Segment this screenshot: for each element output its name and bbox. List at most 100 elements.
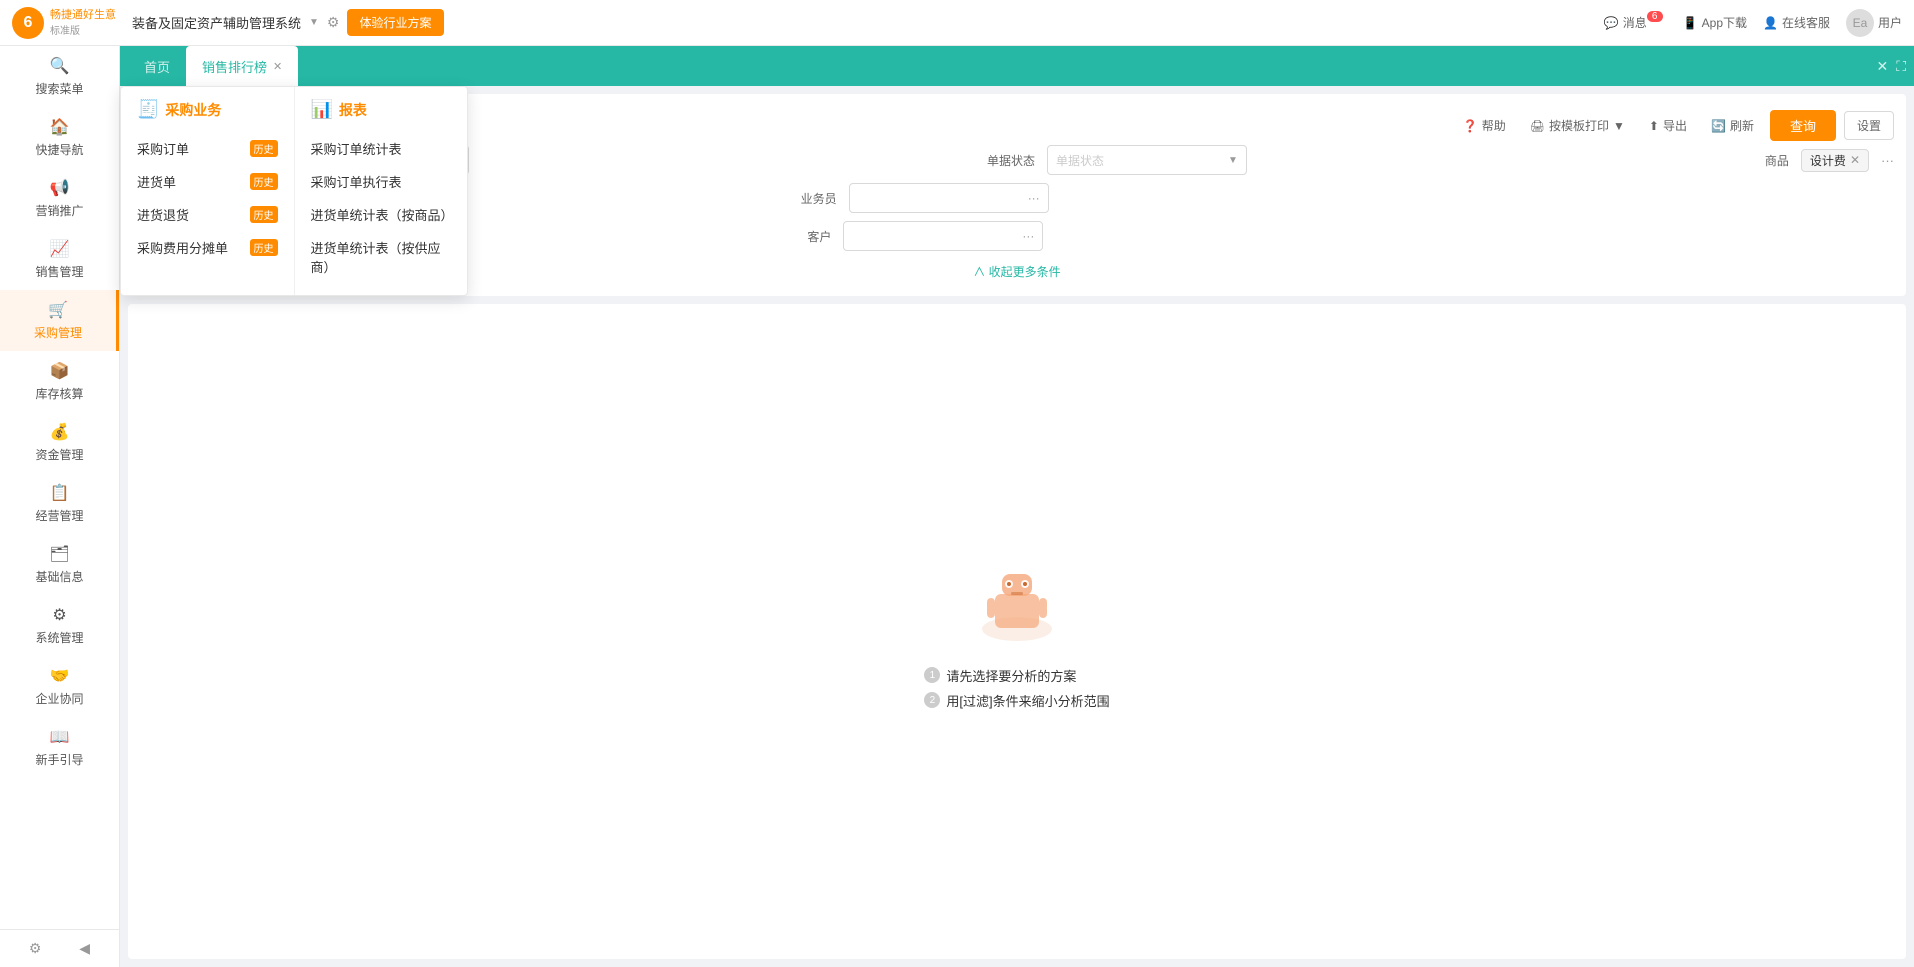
message-badge: 6	[1647, 11, 1663, 22]
goods-label: 商品	[1765, 152, 1789, 169]
service-icon: 👤	[1763, 16, 1778, 30]
industry-btn[interactable]: 体验行业方案	[347, 9, 443, 36]
sidebar-label-purchase: 采购管理	[34, 324, 82, 341]
print-label: 按模板打印	[1549, 117, 1609, 134]
sidebar-item-basic-info[interactable]: 🗂 基础信息	[0, 534, 119, 595]
tab-sales-rank[interactable]: 销售排行榜 ✕	[186, 46, 298, 86]
tab-sales-rank-label: 销售排行榜	[202, 57, 267, 76]
empty-hint-2-text: 用[过滤]条件来缩小分析范围	[946, 691, 1109, 710]
dropdown-item-purchase-receive[interactable]: 进货单 历史	[137, 165, 278, 198]
purchase-expense-label: 采购费用分摊单	[137, 238, 228, 257]
system-gear-icon[interactable]: ⚙	[327, 14, 340, 31]
nav-app[interactable]: 📱 App下载	[1683, 14, 1747, 31]
sidebar-item-enterprise[interactable]: 🤝 企业协同	[0, 656, 119, 717]
purchase-order-history-badge: 历史	[250, 140, 278, 157]
sidebar-item-marketing[interactable]: 📢 营销推广	[0, 168, 119, 229]
empty-hint-2: 2 用[过滤]条件来缩小分析范围	[924, 691, 1109, 710]
empty-hint-1: 1 请先选择要分析的方案	[924, 666, 1109, 685]
user-label: 用户	[1878, 14, 1902, 31]
sidebar-label-inventory: 库存核算	[35, 385, 83, 402]
sidebar-label-marketing: 营销推广	[35, 202, 83, 219]
dropdown-item-purchase-order-stats[interactable]: 采购订单统计表	[311, 132, 452, 165]
nav-message[interactable]: 💬 消息 6	[1604, 14, 1667, 31]
refresh-label: 刷新	[1730, 117, 1754, 134]
sales-icon: 📈	[50, 239, 70, 259]
purchase-order-label: 采购订单	[137, 139, 189, 158]
sidebar-item-operations[interactable]: 📋 经营管理	[0, 473, 119, 534]
goods-more-dots[interactable]: ···	[1881, 153, 1894, 168]
message-icon: 💬	[1604, 16, 1619, 30]
empty-area: 1 请先选择要分析的方案 2 用[过滤]条件来缩小分析范围	[128, 304, 1906, 959]
nav-service[interactable]: 👤 在线客服	[1763, 14, 1830, 31]
doc-status-dropdown-icon[interactable]: ▼	[1228, 155, 1238, 166]
purchase-return-history-badge: 历史	[250, 206, 278, 223]
goods-tag-close[interactable]: ✕	[1850, 153, 1860, 167]
sidebar-item-inventory[interactable]: 📦 库存核算	[0, 351, 119, 412]
sidebar-item-search-menu[interactable]: 🔍 搜索菜单	[0, 46, 119, 107]
sidebar-collapse-icon[interactable]: ◀	[79, 940, 90, 957]
finance-icon: 💰	[50, 422, 70, 442]
dropdown-item-purchase-expense[interactable]: 采购费用分摊单 历史	[137, 231, 278, 264]
empty-hint-1-text: 请先选择要分析的方案	[946, 666, 1076, 685]
help-btn[interactable]: ❓ 帮助	[1455, 113, 1514, 138]
customer-dots[interactable]: ···	[1022, 229, 1034, 243]
purchase-expense-history-badge: 历史	[250, 239, 278, 256]
tab-sales-rank-close[interactable]: ✕	[273, 60, 282, 73]
export-icon: ⬆	[1649, 119, 1659, 133]
sidebar-item-sales[interactable]: 📈 销售管理	[0, 229, 119, 290]
report-section-title: 报表	[339, 100, 367, 120]
dropdown-item-receive-stats-goods[interactable]: 进货单统计表（按商品）	[311, 198, 452, 231]
receive-stats-goods-label: 进货单统计表（按商品）	[311, 205, 452, 224]
dropdown-item-purchase-order-exec[interactable]: 采购订单执行表	[311, 165, 452, 198]
dropdown-item-purchase-return[interactable]: 进货退货 历史	[137, 198, 278, 231]
salesman-label: 业务员	[801, 190, 837, 207]
refresh-btn[interactable]: 🔄 刷新	[1703, 113, 1762, 138]
system-dropdown-arrow[interactable]: ▼	[309, 17, 319, 28]
logo-icon: 6	[12, 7, 44, 39]
sidebar-bottom: ⚙ ◀	[0, 929, 119, 967]
logo-sub: 标准版	[50, 22, 116, 37]
empty-robot-illustration	[967, 554, 1067, 654]
dropdown-report-header: 📊 报表	[311, 99, 452, 120]
sidebar-label-operations: 经营管理	[35, 507, 83, 524]
query-btn[interactable]: 查询	[1770, 110, 1836, 141]
sidebar-setting-icon[interactable]: ⚙	[29, 940, 42, 957]
print-btn[interactable]: 🖨 按模板打印 ▼	[1522, 113, 1633, 138]
doc-status-placeholder: 单据状态	[1056, 152, 1104, 169]
sidebar-label-guide: 新手引导	[35, 751, 83, 768]
export-btn[interactable]: ⬆ 导出	[1641, 113, 1695, 138]
tab-home[interactable]: 首页	[128, 46, 186, 86]
tab-close-all-icon[interactable]: ✕	[1876, 58, 1888, 75]
top-header: 6 畅捷通好生意 标准版 装备及固定资产辅助管理系统 ▼ ⚙ 体验行业方案 💬 …	[0, 0, 1914, 46]
dropdown-item-receive-stats-supplier[interactable]: 进货单统计表（按供应商）	[311, 231, 452, 283]
logo-area: 6 畅捷通好生意 标准版	[12, 7, 132, 39]
header-system: 装备及固定资产辅助管理系统 ▼ ⚙ 体验行业方案	[132, 9, 1604, 36]
system-title: 装备及固定资产辅助管理系统	[132, 13, 301, 32]
tab-bar-right: ✕ ⛶	[1876, 58, 1906, 75]
customer-label: 客户	[807, 228, 831, 245]
setting-btn[interactable]: 设置	[1844, 111, 1894, 140]
sidebar-item-finance[interactable]: 💰 资金管理	[0, 412, 119, 473]
enterprise-icon: 🤝	[50, 666, 70, 686]
sidebar-item-guide[interactable]: 📖 新手引导	[0, 717, 119, 778]
operations-icon: 📋	[50, 483, 70, 503]
dropdown-item-purchase-order[interactable]: 采购订单 历史	[137, 132, 278, 165]
sidebar-item-quick-nav[interactable]: 🏠 快捷导航	[0, 107, 119, 168]
sidebar-label-system: 系统管理	[35, 629, 83, 646]
message-label: 消息	[1623, 14, 1647, 31]
sidebar-item-system[interactable]: ⚙ 系统管理	[0, 595, 119, 656]
tab-expand-icon[interactable]: ⛶	[1896, 58, 1906, 75]
help-label: 帮助	[1482, 117, 1506, 134]
basic-info-icon: 🗂	[49, 544, 69, 564]
nav-user[interactable]: Ea 用户	[1846, 9, 1902, 37]
dropdown-purchase-header: 🧾 采购业务	[137, 99, 278, 120]
salesman-dots[interactable]: ···	[1028, 191, 1040, 205]
receive-stats-supplier-label: 进货单统计表（按供应商）	[311, 238, 452, 276]
guide-icon: 📖	[50, 727, 70, 747]
doc-status-label: 单据状态	[987, 152, 1035, 169]
sidebar-label-search-menu: 搜索菜单	[35, 80, 83, 97]
sidebar-label-basic-info: 基础信息	[35, 568, 83, 585]
sidebar-item-purchase[interactable]: 🛒 采购管理	[0, 290, 119, 351]
purchase-section-title: 采购业务	[165, 100, 221, 120]
collapse-icon: ∧	[973, 265, 985, 279]
